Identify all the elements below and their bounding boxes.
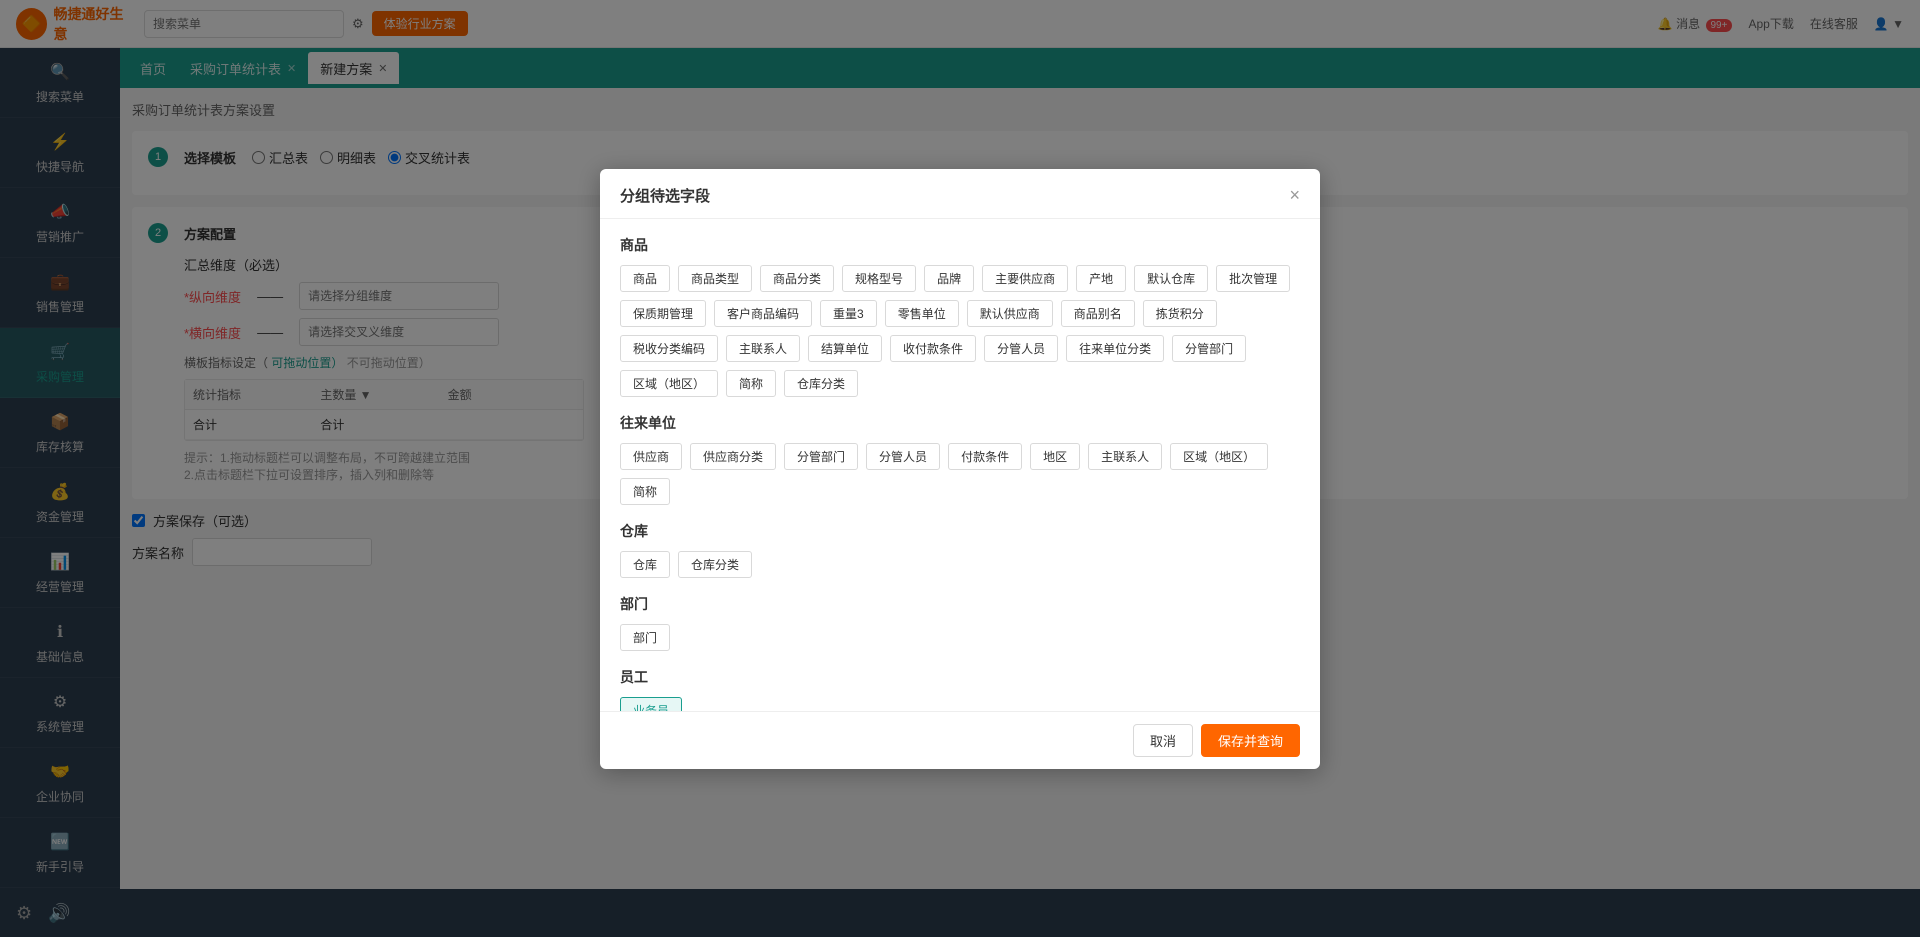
modal-overlay: 分组待选字段 × 商品 商品 商品类型 商品分类 规格型号 品牌 主要供应商 产… — [0, 0, 1920, 937]
tag-partner-category[interactable]: 往来单位分类 — [1066, 335, 1164, 362]
tag-batch-mgmt[interactable]: 批次管理 — [1216, 265, 1290, 292]
tag-tax-code[interactable]: 税收分类编码 — [620, 335, 718, 362]
tag-partner-short[interactable]: 简称 — [620, 478, 670, 505]
tag-product[interactable]: 商品 — [620, 265, 670, 292]
tag-weight3[interactable]: 重量3 — [820, 300, 877, 327]
tag-region[interactable]: 区域（地区） — [620, 370, 718, 397]
modal-close-button[interactable]: × — [1289, 185, 1300, 206]
section-dept-title: 部门 — [620, 594, 1300, 614]
tag-payment-terms[interactable]: 收付款条件 — [890, 335, 976, 362]
tag-settlement-unit[interactable]: 结算单位 — [808, 335, 882, 362]
tag-product-type[interactable]: 商品类型 — [678, 265, 752, 292]
tag-origin[interactable]: 产地 — [1076, 265, 1126, 292]
tag-pick-points[interactable]: 拣货积分 — [1143, 300, 1217, 327]
tag-partner-region[interactable]: 区域（地区） — [1170, 443, 1268, 470]
tag-partner-person[interactable]: 分管人员 — [866, 443, 940, 470]
tag-dept-charge[interactable]: 分管部门 — [1172, 335, 1246, 362]
tag-partner-dept[interactable]: 分管部门 — [784, 443, 858, 470]
cancel-button[interactable]: 取消 — [1133, 724, 1193, 757]
section-employee: 员工 业务员 — [620, 667, 1300, 711]
tag-brand[interactable]: 品牌 — [924, 265, 974, 292]
tag-default-warehouse[interactable]: 默认仓库 — [1134, 265, 1208, 292]
tag-short-name[interactable]: 简称 — [726, 370, 776, 397]
tag-default-supplier[interactable]: 默认供应商 — [967, 300, 1053, 327]
section-product: 商品 商品 商品类型 商品分类 规格型号 品牌 主要供应商 产地 默认仓库 批次… — [620, 235, 1300, 397]
section-employee-title: 员工 — [620, 667, 1300, 687]
confirm-button[interactable]: 保存并查询 — [1201, 724, 1300, 757]
tag-main-supplier[interactable]: 主要供应商 — [982, 265, 1068, 292]
tag-product-category[interactable]: 商品分类 — [760, 265, 834, 292]
section-partner-title: 往来单位 — [620, 413, 1300, 433]
tag-warehouse-cat[interactable]: 仓库分类 — [678, 551, 752, 578]
tag-supplier-category[interactable]: 供应商分类 — [690, 443, 776, 470]
tag-product-alias[interactable]: 商品别名 — [1061, 300, 1135, 327]
modal-dialog: 分组待选字段 × 商品 商品 商品类型 商品分类 规格型号 品牌 主要供应商 产… — [600, 169, 1320, 769]
tag-retail-unit[interactable]: 零售单位 — [885, 300, 959, 327]
tag-area[interactable]: 地区 — [1030, 443, 1080, 470]
tag-person-charge[interactable]: 分管人员 — [984, 335, 1058, 362]
section-dept-tags: 部门 — [620, 624, 1300, 651]
modal-body: 商品 商品 商品类型 商品分类 规格型号 品牌 主要供应商 产地 默认仓库 批次… — [600, 219, 1320, 711]
tag-sales-person[interactable]: 业务员 — [620, 697, 682, 711]
tag-customer-code[interactable]: 客户商品编码 — [714, 300, 812, 327]
tag-spec-model[interactable]: 规格型号 — [842, 265, 916, 292]
section-partner: 往来单位 供应商 供应商分类 分管部门 分管人员 付款条件 地区 主联系人 区域… — [620, 413, 1300, 505]
modal-header: 分组待选字段 × — [600, 169, 1320, 219]
section-dept: 部门 部门 — [620, 594, 1300, 651]
tag-warehouse[interactable]: 仓库 — [620, 551, 670, 578]
tag-expiry-mgmt[interactable]: 保质期管理 — [620, 300, 706, 327]
modal-footer: 取消 保存并查询 — [600, 711, 1320, 769]
section-product-title: 商品 — [620, 235, 1300, 255]
tag-payment-condition[interactable]: 付款条件 — [948, 443, 1022, 470]
section-employee-tags: 业务员 — [620, 697, 1300, 711]
tag-supplier[interactable]: 供应商 — [620, 443, 682, 470]
tag-main-contact[interactable]: 主联系人 — [726, 335, 800, 362]
tag-dept[interactable]: 部门 — [620, 624, 670, 651]
tag-warehouse-category[interactable]: 仓库分类 — [784, 370, 858, 397]
section-product-tags: 商品 商品类型 商品分类 规格型号 品牌 主要供应商 产地 默认仓库 批次管理 … — [620, 265, 1300, 397]
section-warehouse-title: 仓库 — [620, 521, 1300, 541]
section-warehouse: 仓库 仓库 仓库分类 — [620, 521, 1300, 578]
section-warehouse-tags: 仓库 仓库分类 — [620, 551, 1300, 578]
section-partner-tags: 供应商 供应商分类 分管部门 分管人员 付款条件 地区 主联系人 区域（地区） … — [620, 443, 1300, 505]
modal-title: 分组待选字段 — [620, 185, 710, 206]
tag-partner-contact[interactable]: 主联系人 — [1088, 443, 1162, 470]
